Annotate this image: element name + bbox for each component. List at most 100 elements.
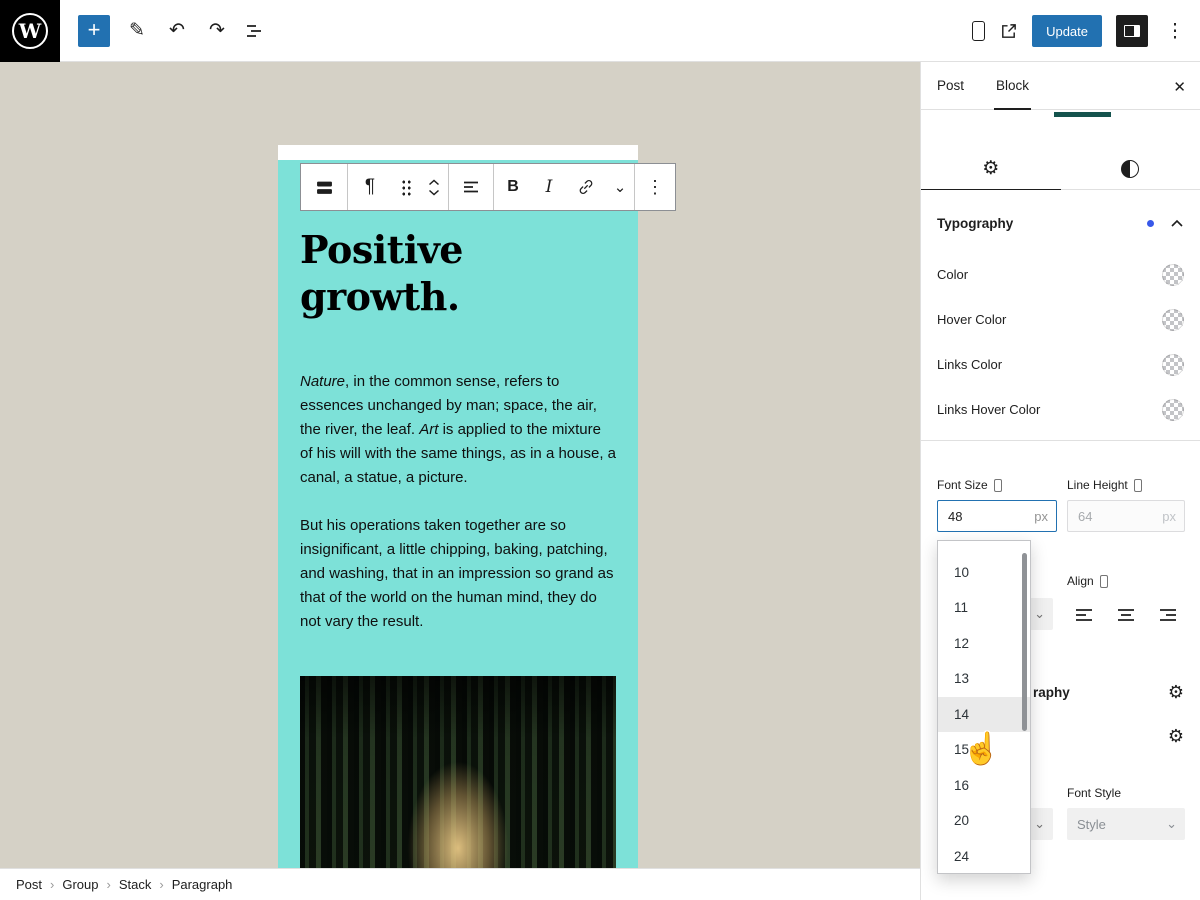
- color-row-label: Hover Color: [937, 312, 1007, 327]
- close-sidebar-button[interactable]: ✕: [1173, 78, 1186, 96]
- panel-options-button[interactable]: ⚙: [1168, 726, 1184, 747]
- line-height-input-wrap: px: [1067, 500, 1185, 532]
- align-buttons: [1067, 598, 1185, 632]
- settings-sidebar-toggle[interactable]: [1116, 15, 1148, 47]
- font-size-option[interactable]: 20: [938, 803, 1030, 839]
- font-size-option-list: 9 10 11 12 13 14 15 16 20 24: [938, 541, 1030, 874]
- select-parent-stack-button[interactable]: [301, 164, 347, 210]
- paragraph-block-2[interactable]: But his operations taken together are so…: [300, 514, 616, 634]
- toolbar-parent-group: [301, 164, 348, 210]
- tab-block[interactable]: Block: [980, 62, 1045, 110]
- color-row-links-hover[interactable]: Links Hover Color: [921, 387, 1200, 432]
- options-menu-button[interactable]: ⋮: [1162, 20, 1188, 43]
- block-toolbar: ¶ B I ⌄ ⋮: [300, 163, 676, 211]
- breadcrumb-group[interactable]: Group: [62, 877, 98, 892]
- more-formats-button[interactable]: ⌄: [606, 164, 634, 210]
- settings-sidebar: Post Block ✕ ⚙ Typography Color Hover Co…: [920, 62, 1200, 900]
- align-right-button[interactable]: [1151, 599, 1185, 631]
- italic-text: Nature: [300, 373, 346, 391]
- wordpress-w: W: [18, 18, 42, 43]
- typography-panel-toggle[interactable]: Typography: [921, 202, 1200, 244]
- font-size-option-partial[interactable]: 9: [938, 541, 1030, 555]
- link-button[interactable]: [566, 164, 606, 210]
- paragraph-block-1[interactable]: Nature, in the common sense, refers to e…: [300, 370, 616, 490]
- wordpress-logo-icon: W: [12, 12, 48, 49]
- block-inserter-button[interactable]: +: [78, 14, 110, 47]
- block-mover[interactable]: [420, 164, 448, 210]
- toolbar-block-group: ¶: [348, 164, 449, 210]
- typography-options-button[interactable]: ⚙: [1168, 682, 1184, 703]
- image-block-forest[interactable]: [300, 676, 616, 868]
- paragraph-block-type-button[interactable]: ¶: [348, 164, 392, 210]
- font-style-label: Font Style: [1067, 786, 1121, 800]
- chevron-down-icon: ⌄: [1034, 816, 1045, 831]
- breadcrumb-separator: ›: [106, 877, 111, 892]
- link-icon: [579, 179, 593, 195]
- text-align-button[interactable]: [449, 164, 493, 210]
- dropdown-scrollbar-thumb[interactable]: [1022, 553, 1027, 731]
- color-row-links[interactable]: Links Color: [921, 342, 1200, 387]
- font-size-option[interactable]: 24: [938, 839, 1030, 874]
- align-center-icon: [1118, 609, 1134, 621]
- font-size-option-highlighted[interactable]: 14: [938, 696, 1030, 732]
- line-height-input[interactable]: [1068, 508, 1134, 524]
- breadcrumb-separator: ›: [50, 877, 55, 892]
- block-options-button[interactable]: ⋮: [635, 164, 675, 210]
- list-view-button[interactable]: [244, 21, 270, 41]
- gear-icon: ⚙: [982, 158, 1000, 179]
- group-block[interactable]: Positive growth. Nature, in the common s…: [278, 160, 638, 868]
- responsive-icon: [1133, 478, 1142, 492]
- breadcrumb-stack[interactable]: Stack: [119, 877, 152, 892]
- external-link-icon: [1002, 23, 1016, 38]
- breadcrumb: Post › Group › Stack › Paragraph: [0, 868, 920, 900]
- color-row-label: Color: [937, 267, 969, 282]
- drag-dots-icon: [400, 178, 412, 196]
- italic-button[interactable]: I: [532, 164, 566, 210]
- responsive-icon: [1099, 574, 1108, 588]
- sidebar-icon: [1124, 25, 1140, 37]
- color-row-text[interactable]: Color: [921, 252, 1200, 297]
- font-size-label: Font Size: [937, 478, 1002, 492]
- align-right-icon: [1160, 609, 1176, 621]
- font-size-option[interactable]: 10: [938, 555, 1030, 591]
- align-left-icon: [1076, 609, 1092, 621]
- font-size-input-wrap: px: [937, 500, 1057, 532]
- font-size-input[interactable]: [938, 508, 1008, 524]
- font-style-select[interactable]: Style ⌄: [1067, 808, 1185, 840]
- font-size-option[interactable]: 15: [938, 732, 1030, 768]
- view-post-button[interactable]: [999, 22, 1018, 41]
- tab-post[interactable]: Post: [921, 62, 980, 110]
- italic-text: Art: [419, 421, 439, 439]
- editor-top-bar: W + ✎ ↶ ↷ Update ⋮: [0, 0, 1200, 62]
- page-top-margin: [278, 145, 638, 160]
- wordpress-logo-button[interactable]: W: [0, 0, 60, 62]
- color-swatch: [1162, 353, 1184, 376]
- undo-button[interactable]: ↶: [164, 19, 190, 42]
- font-style-placeholder: Style: [1077, 816, 1106, 832]
- font-size-option[interactable]: 13: [938, 661, 1030, 697]
- color-row-hover[interactable]: Hover Color: [921, 297, 1200, 342]
- font-size-option[interactable]: 11: [938, 590, 1030, 626]
- tab-styles[interactable]: [1061, 148, 1200, 189]
- align-left-icon: [464, 181, 478, 193]
- update-button[interactable]: Update: [1032, 15, 1102, 47]
- font-size-option[interactable]: 16: [938, 768, 1030, 804]
- breadcrumb-paragraph[interactable]: Paragraph: [172, 877, 233, 892]
- bold-button[interactable]: B: [494, 164, 532, 210]
- breadcrumb-post[interactable]: Post: [16, 877, 42, 892]
- font-style-label-text: Font Style: [1067, 786, 1122, 800]
- color-swatch: [1162, 398, 1184, 421]
- responsive-icon: [993, 478, 1002, 492]
- divider: [921, 440, 1200, 441]
- toolbar-options-group: ⋮: [635, 164, 675, 210]
- align-center-button[interactable]: [1109, 599, 1143, 631]
- preview-device-button[interactable]: [972, 21, 986, 41]
- edit-tool-button[interactable]: ✎: [124, 19, 150, 42]
- align-left-button[interactable]: [1067, 599, 1101, 631]
- drag-handle[interactable]: [392, 164, 420, 210]
- tab-settings[interactable]: ⚙: [921, 148, 1061, 190]
- align-label: Align: [1067, 574, 1108, 588]
- font-size-option[interactable]: 12: [938, 626, 1030, 662]
- color-row-label: Links Hover Color: [937, 402, 1041, 417]
- redo-button[interactable]: ↷: [204, 19, 230, 42]
